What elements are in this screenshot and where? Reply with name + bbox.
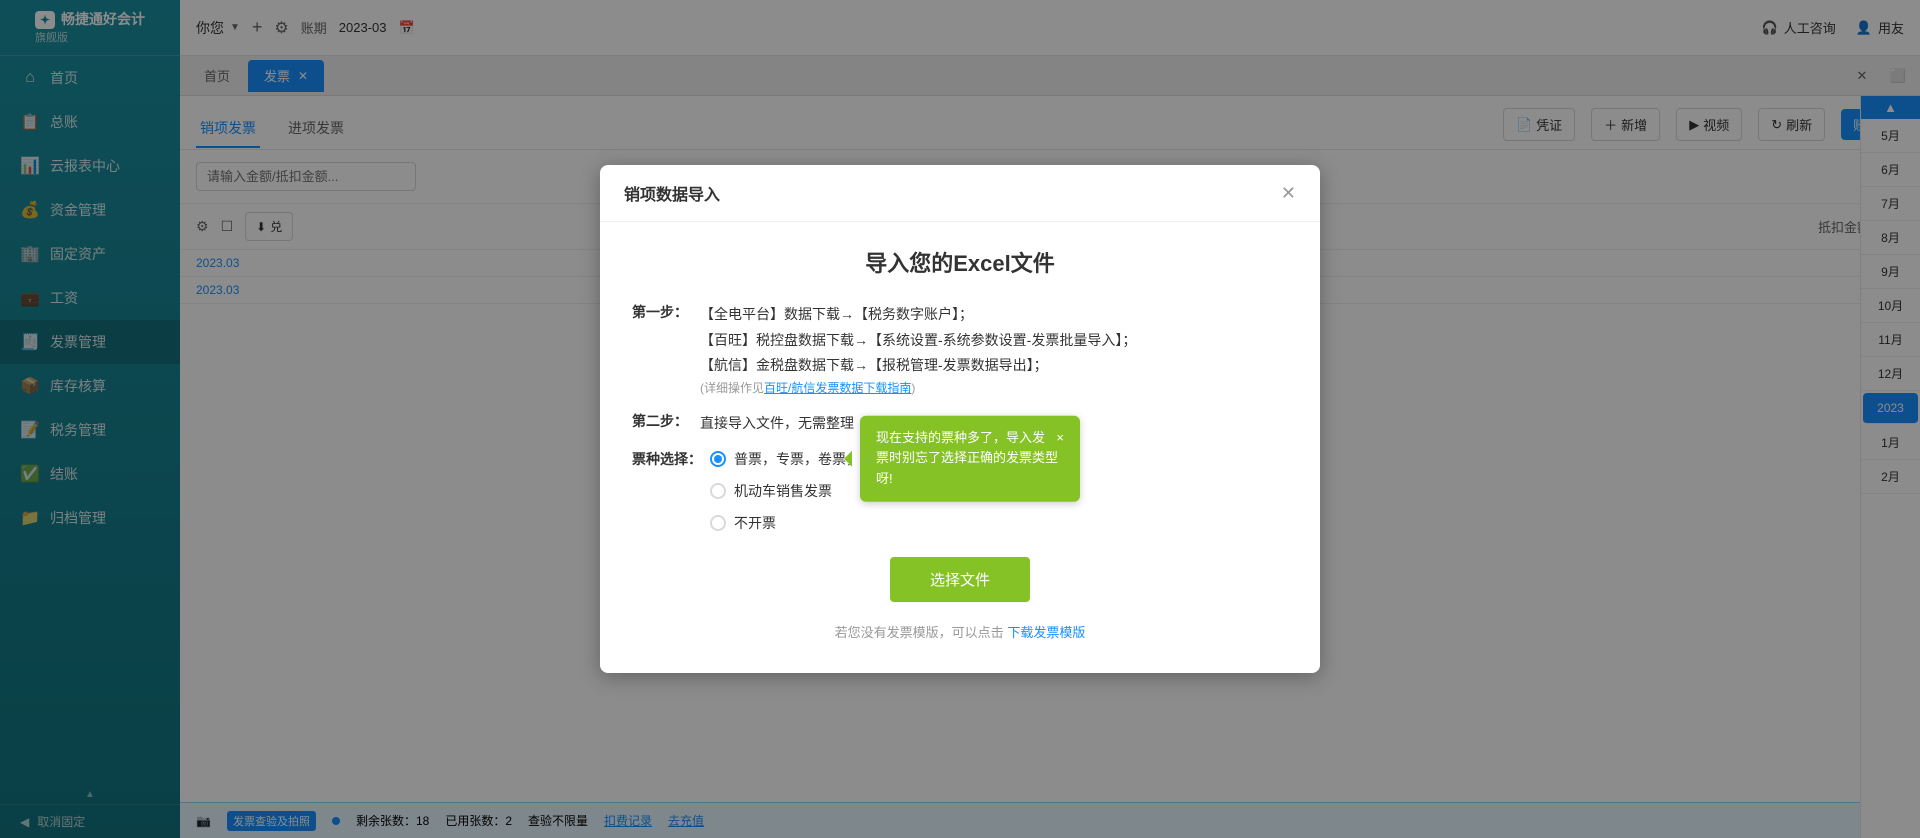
radio-circle-no-ticket <box>710 515 726 531</box>
modal-close-btn[interactable]: ✕ <box>1281 183 1296 204</box>
select-file-button[interactable]: 选择文件 <box>890 557 1030 602</box>
step1-hint-prefix: (详细操作见 <box>700 381 764 395</box>
step1-line2: 【百旺】税控盘数据下载→【系统设置-系统参数设置-发票批量导入】； <box>700 328 1136 353</box>
step2-content: 直接导入文件，无需整理 <box>700 411 854 436</box>
step1-hint-wrapper: (详细操作见百旺/航信发票数据下载指南) <box>700 378 1136 400</box>
step2-label: 第二步： <box>632 411 692 436</box>
modal-header: 销项数据导入 ✕ <box>600 165 1320 222</box>
select-file-wrapper: 选择文件 <box>632 557 1288 602</box>
radio-circle-motor <box>710 483 726 499</box>
modal-main-title: 导入您的Excel文件 <box>632 246 1288 278</box>
modal-overlay: 销项数据导入 ✕ 导入您的Excel文件 第一步： 【全电平台】数据下载→【税务… <box>0 0 1920 838</box>
radio-no-ticket[interactable]: 不开票 <box>710 513 1070 533</box>
modal-footer: 若您没有发票模版，可以点击 下载发票模版 <box>632 622 1288 641</box>
radio-circle-normal <box>710 451 726 467</box>
download-template-link[interactable]: 下载发票模版 <box>1007 625 1085 640</box>
radio-normal[interactable]: 普票，专票，卷票，通行费发票，农产品销售发票 × 现在支持的票种多了，导入发票时… <box>710 449 1070 469</box>
ticket-label: 票种选择： <box>632 449 702 545</box>
modal-body: 导入您的Excel文件 第一步： 【全电平台】数据下载→【税务数字账户】； 【百… <box>600 222 1320 672</box>
ticket-selection-row: 票种选择： 普票，专票，卷票，通行费发票，农产品销售发票 × 现在支持的票种多了… <box>632 449 1288 545</box>
tooltip-close-btn[interactable]: × <box>1056 427 1064 448</box>
import-modal: 销项数据导入 ✕ 导入您的Excel文件 第一步： 【全电平台】数据下载→【税务… <box>600 165 1320 672</box>
step1-label: 第一步： <box>632 302 692 399</box>
step1-line1: 【全电平台】数据下载→【税务数字账户】； <box>700 302 1136 327</box>
tooltip-box: × 现在支持的票种多了，导入发票时别忘了选择正确的发票类型呀! <box>860 415 1080 501</box>
radio-group: 普票，专票，卷票，通行费发票，农产品销售发票 × 现在支持的票种多了，导入发票时… <box>710 449 1070 545</box>
step1-line3: 【航信】金税盘数据下载→【报税管理-发票数据导出】； <box>700 353 1136 378</box>
step1-link[interactable]: 百旺/航信发票数据下载指南 <box>764 381 911 395</box>
step1-content: 【全电平台】数据下载→【税务数字账户】； 【百旺】税控盘数据下载→【系统设置-系… <box>700 302 1136 399</box>
step1-row: 第一步： 【全电平台】数据下载→【税务数字账户】； 【百旺】税控盘数据下载→【系… <box>632 302 1288 399</box>
modal-title: 销项数据导入 <box>624 181 720 205</box>
